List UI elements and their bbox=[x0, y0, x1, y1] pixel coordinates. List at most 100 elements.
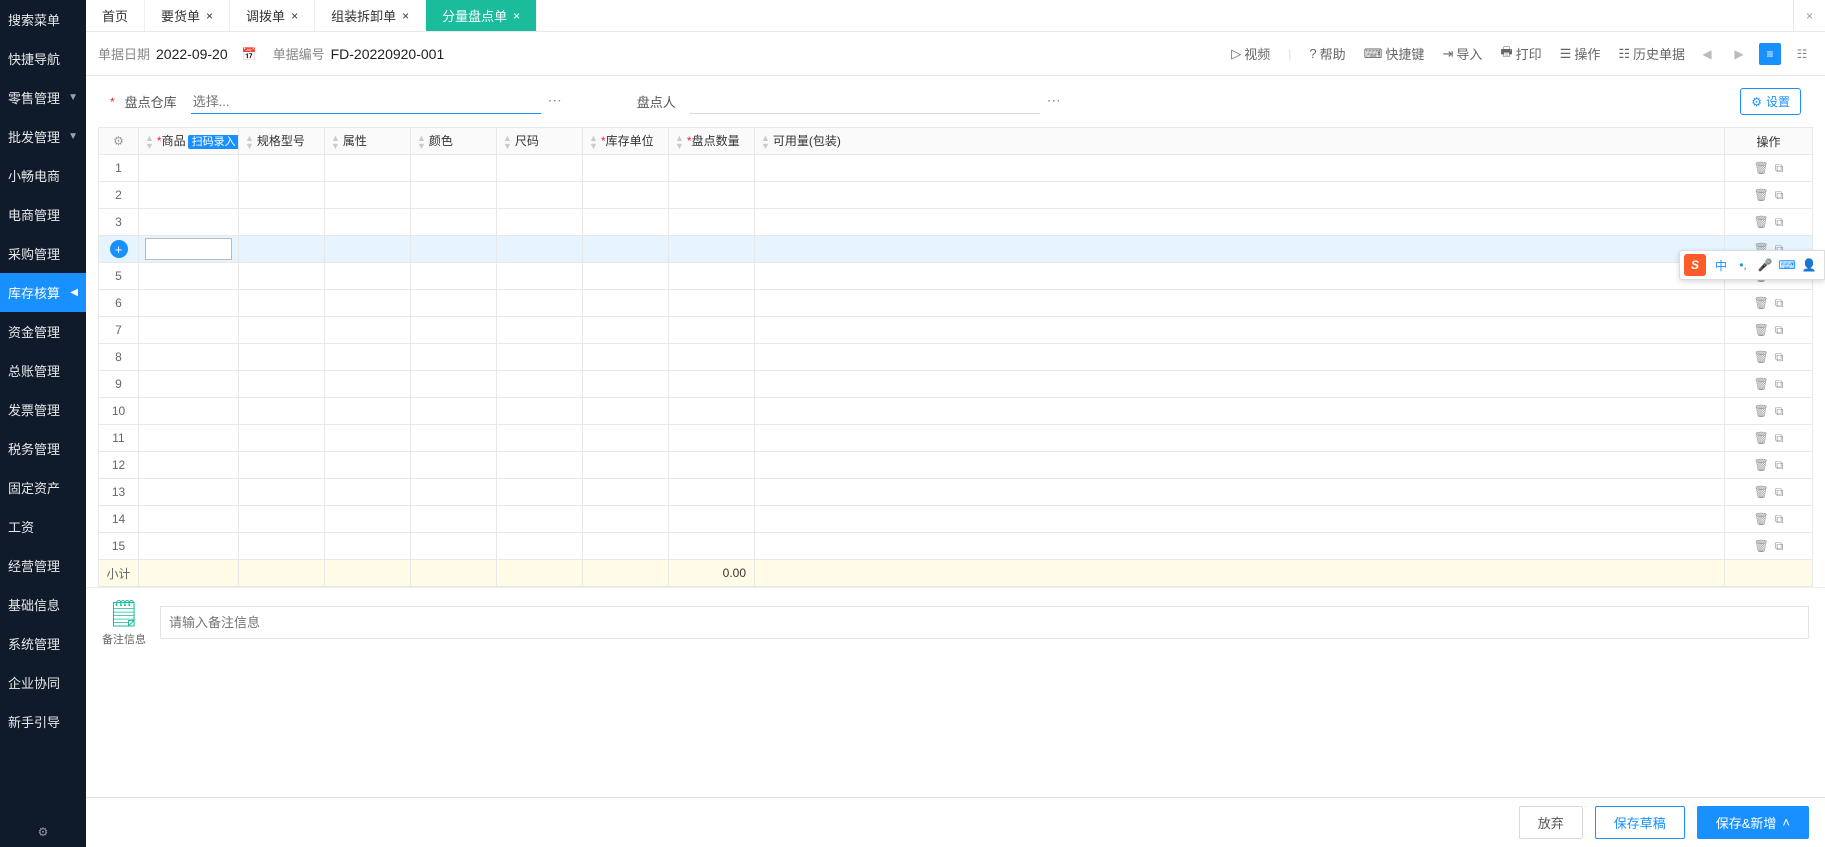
cell-attr[interactable] bbox=[325, 398, 411, 425]
cell-product[interactable] bbox=[139, 155, 239, 182]
warehouse-input[interactable] bbox=[191, 90, 541, 114]
cell-size[interactable] bbox=[497, 452, 583, 479]
tabs-close-all-icon[interactable]: × bbox=[1793, 0, 1825, 31]
copy-row-icon[interactable]: ⧉ bbox=[1775, 377, 1784, 391]
cell-attr[interactable] bbox=[325, 344, 411, 371]
cell-color[interactable] bbox=[411, 479, 497, 506]
cell-available[interactable] bbox=[755, 344, 1725, 371]
view-grid-icon[interactable]: ☷ bbox=[1791, 43, 1813, 65]
sidebar-item[interactable]: 小畅电商 bbox=[0, 156, 86, 195]
view-list-icon[interactable]: ≡ bbox=[1759, 43, 1781, 65]
sidebar-settings-icon[interactable]: ⚙ bbox=[0, 817, 86, 847]
table-row[interactable]: +🗑⧉ bbox=[99, 236, 1813, 263]
cell-size[interactable] bbox=[497, 209, 583, 236]
cell-product[interactable] bbox=[139, 182, 239, 209]
cell-product[interactable] bbox=[139, 479, 239, 506]
copy-row-icon[interactable]: ⧉ bbox=[1775, 188, 1784, 202]
next-doc-icon[interactable]: ▶ bbox=[1729, 47, 1749, 61]
warehouse-more-icon[interactable]: ⋯ bbox=[548, 92, 561, 109]
prev-doc-icon[interactable]: ◀ bbox=[1697, 47, 1717, 61]
cell-available[interactable] bbox=[755, 317, 1725, 344]
cell-attr[interactable] bbox=[325, 425, 411, 452]
cell-available[interactable] bbox=[755, 452, 1725, 479]
table-row[interactable]: 7🗑⧉ bbox=[99, 317, 1813, 344]
ime-toolbar[interactable]: S 中 •, 🎤 ⌨ 👤 bbox=[1679, 250, 1825, 280]
cell-spec[interactable] bbox=[239, 290, 325, 317]
cell-spec[interactable] bbox=[239, 398, 325, 425]
cell-unit[interactable] bbox=[583, 236, 669, 263]
table-row[interactable]: 10🗑⧉ bbox=[99, 398, 1813, 425]
cell-product[interactable] bbox=[139, 398, 239, 425]
cell-size[interactable] bbox=[497, 182, 583, 209]
delete-row-icon[interactable]: 🗑 bbox=[1754, 404, 1769, 418]
ime-keyboard-icon[interactable]: ⌨ bbox=[1776, 258, 1798, 272]
cell-attr[interactable] bbox=[325, 290, 411, 317]
cell-product[interactable] bbox=[139, 452, 239, 479]
sidebar-item[interactable]: 总账管理 bbox=[0, 351, 86, 390]
cell-available[interactable] bbox=[755, 371, 1725, 398]
help-link[interactable]: ?帮助 bbox=[1309, 44, 1345, 63]
operate-link[interactable]: ☰操作 bbox=[1560, 44, 1601, 63]
cell-spec[interactable] bbox=[239, 182, 325, 209]
print-link[interactable]: 🖶打印 bbox=[1500, 43, 1541, 65]
cell-unit[interactable] bbox=[583, 398, 669, 425]
cell-size[interactable] bbox=[497, 263, 583, 290]
col-spec[interactable]: ▲▼规格型号 bbox=[239, 128, 325, 155]
cell-spec[interactable] bbox=[239, 506, 325, 533]
cell-size[interactable] bbox=[497, 236, 583, 263]
cell-unit[interactable] bbox=[583, 533, 669, 560]
cell-product[interactable] bbox=[139, 236, 239, 263]
table-row[interactable]: 8🗑⧉ bbox=[99, 344, 1813, 371]
cell-qty[interactable] bbox=[669, 209, 755, 236]
sidebar-item[interactable]: 新手引导 bbox=[0, 702, 86, 741]
close-icon[interactable]: × bbox=[206, 9, 213, 23]
cell-product[interactable] bbox=[139, 317, 239, 344]
delete-row-icon[interactable]: 🗑 bbox=[1754, 323, 1769, 337]
discard-button[interactable]: 放弃 bbox=[1519, 806, 1583, 839]
cell-qty[interactable] bbox=[669, 344, 755, 371]
cell-attr[interactable] bbox=[325, 371, 411, 398]
cell-size[interactable] bbox=[497, 506, 583, 533]
col-color[interactable]: ▲▼颜色 bbox=[411, 128, 497, 155]
cell-available[interactable] bbox=[755, 155, 1725, 182]
cell-product[interactable] bbox=[139, 425, 239, 452]
delete-row-icon[interactable]: 🗑 bbox=[1754, 458, 1769, 472]
cell-attr[interactable] bbox=[325, 317, 411, 344]
sidebar-item[interactable]: 经营管理 bbox=[0, 546, 86, 585]
cell-qty[interactable] bbox=[669, 371, 755, 398]
copy-row-icon[interactable]: ⧉ bbox=[1775, 161, 1784, 175]
sidebar-item[interactable]: 采购管理 bbox=[0, 234, 86, 273]
table-row[interactable]: 11🗑⧉ bbox=[99, 425, 1813, 452]
tab[interactable]: 组装拆卸单× bbox=[315, 0, 426, 31]
cell-qty[interactable] bbox=[669, 236, 755, 263]
sidebar-item[interactable]: 电商管理 bbox=[0, 195, 86, 234]
cell-attr[interactable] bbox=[325, 506, 411, 533]
sidebar-item[interactable]: 批发管理▼ bbox=[0, 117, 86, 156]
cell-attr[interactable] bbox=[325, 263, 411, 290]
cell-attr[interactable] bbox=[325, 533, 411, 560]
cell-size[interactable] bbox=[497, 398, 583, 425]
date-value[interactable]: 2022-09-20 bbox=[156, 46, 228, 62]
cell-attr[interactable] bbox=[325, 479, 411, 506]
tab[interactable]: 分量盘点单× bbox=[426, 0, 537, 31]
cell-available[interactable] bbox=[755, 209, 1725, 236]
cell-unit[interactable] bbox=[583, 317, 669, 344]
close-icon[interactable]: × bbox=[291, 9, 298, 23]
cell-size[interactable] bbox=[497, 425, 583, 452]
col-available[interactable]: ▲▼可用量(包装) bbox=[755, 128, 1725, 155]
table-row[interactable]: 5🗑⧉ bbox=[99, 263, 1813, 290]
cell-product[interactable] bbox=[139, 371, 239, 398]
settings-button[interactable]: ⚙设置 bbox=[1740, 88, 1801, 115]
copy-row-icon[interactable]: ⧉ bbox=[1775, 404, 1784, 418]
cell-product[interactable] bbox=[139, 344, 239, 371]
cell-qty[interactable] bbox=[669, 452, 755, 479]
sidebar-item[interactable]: 基础信息 bbox=[0, 585, 86, 624]
table-row[interactable]: 13🗑⧉ bbox=[99, 479, 1813, 506]
tab[interactable]: 调拨单× bbox=[230, 0, 315, 31]
cell-color[interactable] bbox=[411, 290, 497, 317]
cell-size[interactable] bbox=[497, 479, 583, 506]
scan-tag[interactable]: 扫码录入 bbox=[188, 135, 239, 149]
tab[interactable]: 首页 bbox=[86, 0, 145, 31]
cell-qty[interactable] bbox=[669, 425, 755, 452]
cell-product[interactable] bbox=[139, 533, 239, 560]
